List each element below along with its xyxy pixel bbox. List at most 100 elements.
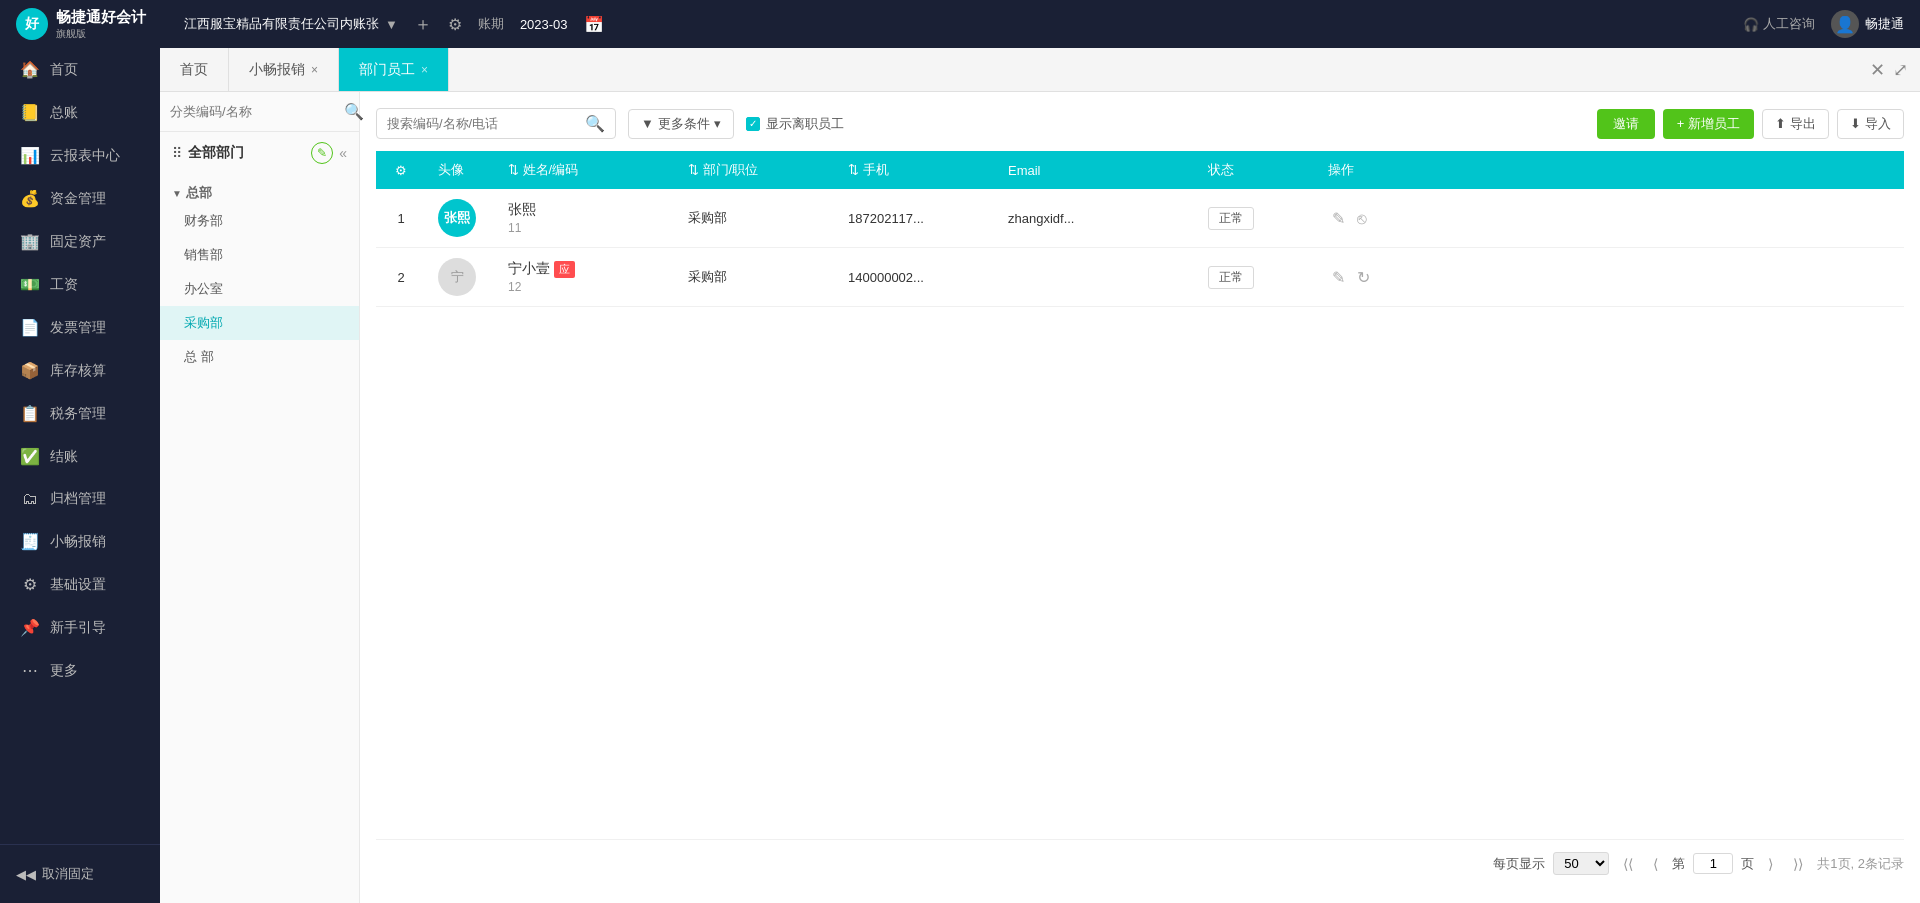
table-row: 2 宁 宁小壹 应 12: [376, 248, 1904, 307]
sidebar-item-reports[interactable]: 📊 云报表中心: [0, 134, 160, 177]
sidebar-item-label: 总账: [50, 104, 78, 122]
page-unit: 页: [1741, 855, 1754, 873]
tab-dept-employee[interactable]: 部门员工 ×: [339, 48, 449, 91]
tab-dept-employee-close[interactable]: ×: [421, 63, 428, 77]
sidebar-item-archive[interactable]: 🗂 归档管理: [0, 478, 160, 520]
dept-edit-button[interactable]: ✎: [311, 142, 333, 164]
sidebar: 🏠 首页 📒 总账 📊 云报表中心 💰 资金管理 🏢 固定资产 💵 工资 📄 发…: [0, 48, 160, 903]
row1-edit-button[interactable]: ✎: [1332, 210, 1345, 227]
last-page-button[interactable]: ⟩⟩: [1787, 854, 1809, 874]
row2-status: 正常: [1196, 248, 1316, 307]
sidebar-item-inventory[interactable]: 📦 库存核算: [0, 349, 160, 392]
row2-index: 2: [376, 248, 426, 307]
sidebar-item-settings[interactable]: ⚙ 基础设置: [0, 563, 160, 606]
tab-dept-employee-label: 部门员工: [359, 61, 415, 79]
show-resign-checkbox-area[interactable]: ✓ 显示离职员工: [746, 115, 844, 133]
dept-item-office[interactable]: 办公室: [160, 272, 359, 306]
ledger-icon: 📒: [20, 103, 40, 122]
sidebar-item-home[interactable]: 🏠 首页: [0, 48, 160, 91]
calendar-icon[interactable]: 📅: [584, 15, 604, 34]
next-page-button[interactable]: ⟩: [1762, 854, 1779, 874]
sidebar-item-assets[interactable]: 🏢 固定资产: [0, 220, 160, 263]
dept-search-input[interactable]: [170, 104, 338, 119]
logo-sub: 旗舰版: [56, 27, 146, 41]
employee-search-input[interactable]: [387, 116, 579, 131]
row2-refresh-button[interactable]: ↻: [1357, 269, 1370, 286]
sidebar-item-checkout[interactable]: ✅ 结账: [0, 435, 160, 478]
search-icon[interactable]: 🔍: [585, 114, 605, 133]
expense-icon: 🧾: [20, 532, 40, 551]
sidebar-item-invoice[interactable]: 📄 发票管理: [0, 306, 160, 349]
tab-expense[interactable]: 小畅报销 ×: [229, 48, 339, 91]
collapse-icon[interactable]: «: [339, 145, 347, 161]
add-employee-button[interactable]: + 新增员工: [1663, 109, 1754, 139]
row1-logout-button[interactable]: ⎋: [1357, 210, 1367, 227]
head-office-group[interactable]: ▼ 总部: [160, 178, 359, 204]
col-email: Email: [996, 151, 1196, 189]
all-dept-header[interactable]: ⠿ 全部部门 ✎ «: [160, 132, 359, 174]
tax-icon: 📋: [20, 404, 40, 423]
left-panel: 🔍 ⠿ 全部部门 ✎ « ▼ 总部 财务部 销售部 办公室 采购部: [160, 92, 360, 903]
row2-name-code: 宁小壹 应 12: [508, 260, 664, 294]
sidebar-item-salary[interactable]: 💵 工资: [0, 263, 160, 306]
settings-icon[interactable]: ⚙: [448, 15, 462, 34]
guide-icon: 📌: [20, 618, 40, 637]
col-actions: 操作: [1316, 151, 1904, 189]
sidebar-item-expense[interactable]: 🧾 小畅报销: [0, 520, 160, 563]
user-avatar-area[interactable]: 👤 畅捷通: [1831, 10, 1904, 38]
export-button[interactable]: ⬆ 导出: [1762, 109, 1829, 139]
first-page-button[interactable]: ⟨⟨: [1617, 854, 1639, 874]
cancel-fixed-button[interactable]: ◀◀ 取消固定: [0, 855, 160, 893]
row1-phone: 187202117...: [836, 189, 996, 248]
tab-expand-icon[interactable]: ⤢: [1893, 59, 1908, 81]
tab-close-icon[interactable]: ✕: [1870, 59, 1885, 81]
col-avatar: 头像: [426, 151, 496, 189]
table-row: 1 张熙 张熙 11 采购部: [376, 189, 1904, 248]
row2-phone: 140000002...: [836, 248, 996, 307]
col-dept-position[interactable]: ⇅ 部门/职位: [676, 151, 836, 189]
settings-sidebar-icon: ⚙: [20, 575, 40, 594]
dept-item-sales[interactable]: 销售部: [160, 238, 359, 272]
total-records: 共1页, 2条记录: [1817, 855, 1904, 873]
dept-item-purchase[interactable]: 采购部: [160, 306, 359, 340]
sidebar-item-tax[interactable]: 📋 税务管理: [0, 392, 160, 435]
expand-arrow-icon: ▼: [172, 188, 182, 199]
dept-item-finance[interactable]: 财务部: [160, 204, 359, 238]
import-icon: ⬇: [1850, 116, 1861, 131]
more-filter-button[interactable]: ▼ 更多条件 ▾: [628, 109, 734, 139]
col-settings[interactable]: ⚙: [376, 151, 426, 189]
sidebar-item-more[interactable]: ⋯ 更多: [0, 649, 160, 692]
row1-name-code-cell: 张熙 11: [496, 189, 676, 248]
add-icon[interactable]: ＋: [414, 12, 432, 36]
sidebar-item-label: 资金管理: [50, 190, 106, 208]
import-button[interactable]: ⬇ 导入: [1837, 109, 1904, 139]
sort-icon-phone: ⇅: [848, 162, 859, 177]
page-content: 🔍 ⠿ 全部部门 ✎ « ▼ 总部 财务部 销售部 办公室 采购部: [160, 92, 1920, 903]
table-settings-icon[interactable]: ⚙: [395, 163, 407, 178]
tab-home[interactable]: 首页: [160, 48, 229, 91]
pin-icon: ◀◀: [16, 867, 36, 882]
dept-search: 🔍: [160, 92, 359, 132]
sidebar-item-ledger[interactable]: 📒 总账: [0, 91, 160, 134]
invite-button[interactable]: 邀请: [1597, 109, 1655, 139]
sidebar-item-guide[interactable]: 📌 新手引导: [0, 606, 160, 649]
sidebar-item-capital[interactable]: 💰 资金管理: [0, 177, 160, 220]
tab-expense-close[interactable]: ×: [311, 63, 318, 77]
page-number-input[interactable]: [1693, 853, 1733, 874]
dept-item-general[interactable]: 总 部: [160, 340, 359, 374]
col-name-code[interactable]: ⇅ 姓名/编码: [496, 151, 676, 189]
header-actions-left: ＋ ⚙ 账期 2023-03 📅: [414, 12, 604, 36]
main-layout: 🏠 首页 📒 总账 📊 云报表中心 💰 资金管理 🏢 固定资产 💵 工资 📄 发…: [0, 48, 1920, 903]
sidebar-item-label: 更多: [50, 662, 78, 680]
row1-status: 正常: [1196, 189, 1316, 248]
show-resign-checkbox[interactable]: ✓: [746, 117, 760, 131]
prev-page-button[interactable]: ⟨: [1647, 854, 1664, 874]
row2-code: 12: [508, 280, 664, 294]
row2-edit-button[interactable]: ✎: [1332, 269, 1345, 286]
company-selector[interactable]: 江西服宝精品有限责任公司内账张 ▼: [184, 15, 398, 33]
col-phone[interactable]: ⇅ 手机: [836, 151, 996, 189]
service-button[interactable]: 🎧 人工咨询: [1743, 15, 1815, 33]
export-label: 导出: [1790, 115, 1816, 133]
page-size-select[interactable]: 50 100: [1553, 852, 1609, 875]
content-area: 首页 小畅报销 × 部门员工 × ✕ ⤢ 🔍: [160, 48, 1920, 903]
